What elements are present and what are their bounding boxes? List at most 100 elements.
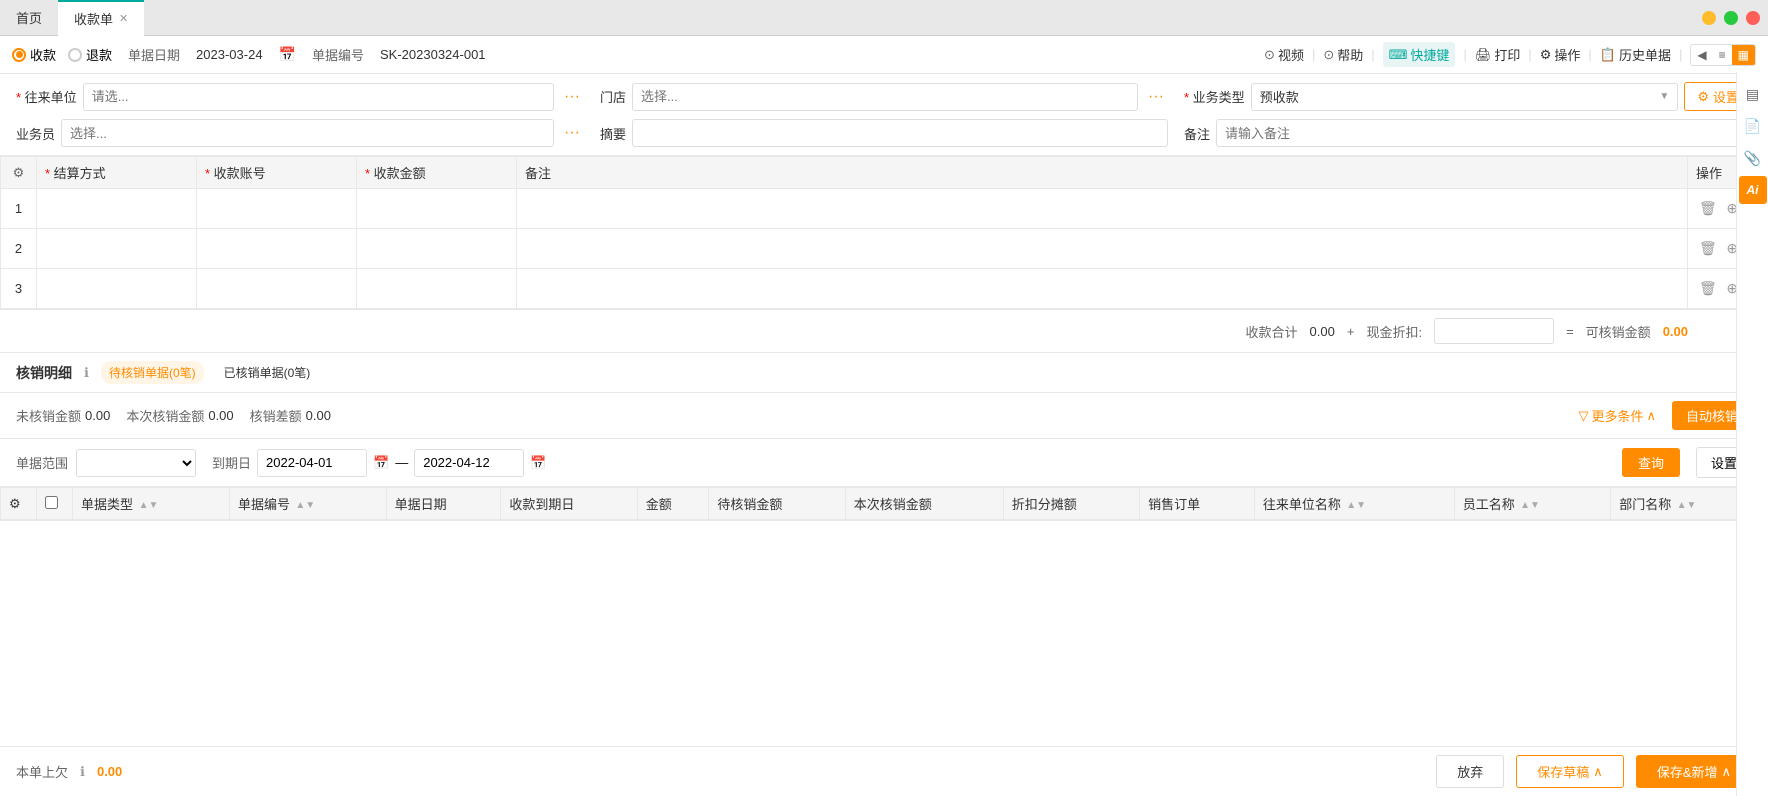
save-new-btn[interactable]: 保存&新增 ∧	[1636, 755, 1752, 788]
sidebar-table-icon[interactable]: ▤	[1739, 80, 1767, 108]
note-2[interactable]	[517, 229, 1688, 269]
draft-arrow-icon[interactable]: ∧	[1593, 764, 1603, 780]
settlement-2[interactable]	[37, 229, 197, 269]
chevron-up-icon: ∧	[1646, 408, 1656, 424]
radio-receipt[interactable]: 收款	[12, 45, 56, 64]
bt-gear-icon[interactable]: ⚙	[9, 496, 21, 511]
account-3[interactable]	[197, 269, 357, 309]
salesperson-more-icon[interactable]: ···	[560, 124, 584, 142]
toolbar-row: 收款 退款 单据日期 2023-03-24 📅 单据编号 SK-20230324…	[0, 36, 1768, 74]
date-value[interactable]: 2023-03-24	[196, 47, 263, 62]
note-1[interactable]	[517, 189, 1688, 229]
bt-col-counterpart: 往来单位名称 ▲▼	[1254, 488, 1454, 520]
delete-row-1-icon[interactable]: 🗑	[1696, 200, 1720, 216]
date-to-input[interactable]	[414, 449, 524, 477]
counterpart-input[interactable]	[83, 83, 554, 111]
remark-input[interactable]	[1216, 119, 1752, 147]
tab-receipt-label: 收款单	[74, 9, 113, 28]
account-2[interactable]	[197, 229, 357, 269]
more-filter-btn[interactable]: ▽ 更多条件 ∧	[1578, 406, 1656, 425]
cal-to-icon[interactable]: 📅	[530, 455, 546, 471]
bt-type-label: 单据类型	[81, 497, 133, 512]
diff-value: 0.00	[306, 408, 331, 423]
delete-row-2-icon[interactable]: 🗑	[1696, 240, 1720, 256]
amount-2[interactable]	[357, 229, 517, 269]
range-select[interactable]	[76, 449, 196, 477]
history-link[interactable]: 📋 历史单据	[1600, 45, 1671, 64]
history-label: 历史单据	[1619, 45, 1671, 64]
settlement-3[interactable]	[37, 269, 197, 309]
table-row: 2 🗑 ⊕	[1, 229, 1768, 269]
summary-label: 摘要	[600, 124, 626, 143]
equals-sign: =	[1566, 324, 1574, 339]
delete-row-3-icon[interactable]: 🗑	[1696, 280, 1720, 296]
amount-1[interactable]	[357, 189, 517, 229]
tab-home[interactable]: 首页	[0, 0, 58, 36]
view-grid[interactable]: ▦	[1732, 45, 1755, 65]
bt-col-date: 单据日期	[386, 488, 501, 520]
note-3[interactable]	[517, 269, 1688, 309]
save-draft-label: 保存草稿	[1537, 762, 1589, 781]
previous-value: 0.00	[97, 764, 122, 779]
business-type-select[interactable]: 预收款 ▼	[1251, 83, 1679, 111]
sidebar-ai-icon[interactable]: Ai	[1739, 176, 1767, 204]
amount-3[interactable]	[357, 269, 517, 309]
settlement-1[interactable]	[37, 189, 197, 229]
close-btn[interactable]	[1746, 11, 1760, 25]
maximize-btn[interactable]	[1724, 11, 1738, 25]
col-gear[interactable]: ⚙	[1, 157, 37, 189]
diff-item: 核销差额 0.00	[250, 406, 331, 425]
toolbar-actions: ⊙ 视频 | ⊙ 帮助 | ⌨ 快捷键 | 🖨 打印 | ⚙ 操作	[1264, 42, 1756, 67]
history-icon: 📋	[1600, 47, 1616, 63]
counterpart-field: 往来单位 ···	[16, 83, 584, 111]
tab-receipt[interactable]: 收款单 ✕	[58, 0, 144, 36]
query-btn[interactable]: 查询	[1622, 448, 1680, 477]
shortcut-label: 快捷键	[1410, 45, 1449, 64]
salesperson-field: 业务员 ···	[16, 119, 584, 147]
sidebar-doc-icon[interactable]: 📄	[1739, 112, 1767, 140]
help-link[interactable]: ⊙ 帮助	[1323, 45, 1363, 64]
bt-col-gear[interactable]: ⚙	[1, 488, 37, 520]
radio-refund[interactable]: 退款	[68, 45, 112, 64]
date-from-input[interactable]	[257, 449, 367, 477]
radio-refund-dot	[68, 48, 82, 62]
print-link[interactable]: 🖨 打印	[1475, 45, 1521, 64]
save-new-arrow-icon[interactable]: ∧	[1721, 764, 1731, 780]
view-prev[interactable]: ◀	[1691, 45, 1712, 65]
tab-close-icon[interactable]: ✕	[119, 12, 128, 25]
minimize-btn[interactable]	[1702, 11, 1716, 25]
calendar-icon[interactable]: 📅	[279, 46, 296, 63]
col-amount-label: 收款金额	[365, 166, 426, 181]
view-toggle: ◀ ≡ ▦	[1690, 44, 1756, 66]
view-list[interactable]: ≡	[1713, 45, 1732, 65]
save-draft-btn[interactable]: 保存草稿 ∧	[1516, 755, 1624, 788]
total-value: 0.00	[1310, 324, 1335, 339]
date-filter: 到期日 📅 — 📅	[212, 449, 546, 477]
summary-input[interactable]	[632, 119, 1168, 147]
cal-from-icon[interactable]: 📅	[373, 455, 389, 471]
reconcil-info-icon[interactable]: ℹ	[84, 365, 89, 381]
done-tab[interactable]: 已核销单据(0笔)	[216, 361, 319, 384]
pending-tab[interactable]: 待核销单据(0笔)	[101, 361, 204, 384]
bt-check-all[interactable]	[45, 496, 58, 509]
date-range-separator: —	[395, 455, 408, 470]
table-gear-icon[interactable]: ⚙	[13, 165, 25, 180]
ops-link[interactable]: ⚙ 操作	[1540, 45, 1581, 64]
gear-icon: ⚙	[1697, 89, 1709, 105]
video-link[interactable]: ⊙ 视频	[1264, 45, 1304, 64]
business-type-arrow: ▼	[1659, 91, 1669, 102]
store-input[interactable]	[632, 83, 1138, 111]
discard-btn[interactable]: 放弃	[1436, 755, 1504, 788]
sidebar-attach-icon[interactable]: 📎	[1739, 144, 1767, 172]
counterpart-more-icon[interactable]: ···	[560, 88, 584, 106]
discount-input[interactable]	[1434, 318, 1554, 344]
salesperson-input[interactable]	[61, 119, 554, 147]
shortcut-link[interactable]: ⌨ 快捷键	[1383, 42, 1456, 67]
store-more-icon[interactable]: ···	[1144, 88, 1168, 106]
account-1[interactable]	[197, 189, 357, 229]
sort-arrows-type: ▲▼	[139, 501, 159, 511]
form-row-1: 往来单位 ··· 门店 ··· 业务类型 预收款 ▼ ⚙ 设置	[16, 82, 1752, 111]
form-row-2: 业务员 ··· 摘要 备注	[16, 119, 1752, 147]
number-value: SK-20230324-001	[380, 47, 486, 62]
keyboard-icon: ⌨	[1389, 47, 1408, 63]
